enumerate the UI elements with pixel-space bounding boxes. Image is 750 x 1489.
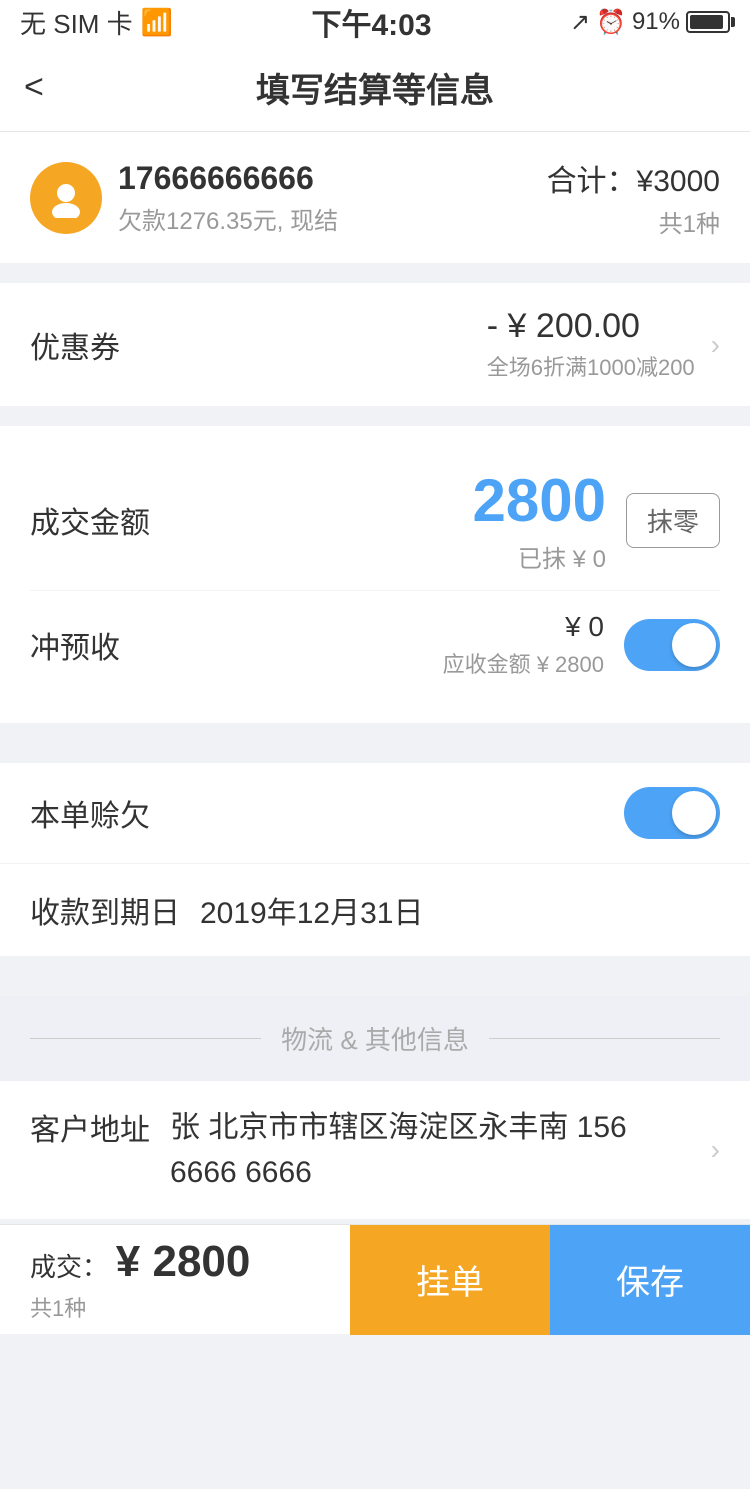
due-date-label: 收款到期日 bbox=[30, 888, 180, 932]
bottom-count: 共1种 bbox=[30, 1291, 320, 1323]
coupon-label: 优惠券 bbox=[30, 323, 120, 367]
status-time: 下午4:03 bbox=[311, 0, 431, 44]
no-sim-label: 无 SIM 卡 bbox=[20, 4, 133, 41]
address-row[interactable]: 客户地址 张 北京市市辖区海淀区永丰南 156 6666 6666 › bbox=[0, 1081, 750, 1219]
sep-line-right bbox=[489, 1038, 720, 1039]
section-divider-3 bbox=[0, 956, 750, 976]
bottom-price: ¥ 2800 bbox=[116, 1237, 251, 1286]
prepay-label: 冲预收 bbox=[30, 623, 120, 667]
bottom-summary: 成交： ¥ 2800 共1种 bbox=[0, 1237, 350, 1323]
status-right: ↗ ⏰ 91% bbox=[570, 8, 730, 37]
deal-amount-value: 2800 bbox=[473, 466, 606, 535]
total-price: 合计：¥3000 bbox=[547, 156, 720, 200]
debt-row: 本单赊欠 bbox=[0, 763, 750, 863]
bottom-deal-label: 成交： bbox=[30, 1252, 108, 1282]
address-value: 张 北京市市辖区海淀区永丰南 156 6666 6666 bbox=[170, 1105, 701, 1195]
deal-amount-label: 成交金额 bbox=[30, 498, 150, 542]
customer-info: 17666666666 欠款1276.35元, 现结 bbox=[118, 160, 338, 236]
chevron-right-icon: › bbox=[711, 329, 720, 361]
customer-phone: 17666666666 bbox=[118, 160, 338, 197]
prepay-right: ¥ 0 应收金额 ¥ 2800 bbox=[443, 611, 720, 679]
coupon-right: - ¥ 200.00 全场6折满1000减200 › bbox=[487, 307, 720, 382]
battery-percent: 91% bbox=[632, 8, 680, 36]
sep-line-left bbox=[30, 1038, 261, 1039]
wifi-icon: 📶 bbox=[141, 7, 173, 38]
page-header: < 填写结算等信息 bbox=[0, 44, 750, 132]
prepay-value-area: ¥ 0 应收金额 ¥ 2800 bbox=[443, 611, 604, 679]
customer-subtext: 欠款1276.35元, 现结 bbox=[118, 201, 338, 236]
status-left: 无 SIM 卡 📶 bbox=[20, 4, 173, 41]
logistics-separator: 物流 & 其他信息 bbox=[0, 996, 750, 1081]
total-count: 共1种 bbox=[547, 204, 720, 239]
debt-label: 本单赊欠 bbox=[30, 791, 150, 835]
alarm-icon: ⏰ bbox=[596, 8, 626, 37]
debt-toggle[interactable] bbox=[624, 787, 720, 839]
deal-amount-row: 成交金额 2800 已抹 ¥ 0 抹零 bbox=[30, 450, 720, 590]
address-label: 客户地址 bbox=[30, 1105, 150, 1149]
prepay-toggle[interactable] bbox=[624, 619, 720, 671]
page-title: 填写结算等信息 bbox=[256, 63, 494, 112]
prepay-row: 冲预收 ¥ 0 应收金额 ¥ 2800 bbox=[30, 590, 720, 699]
section-divider bbox=[0, 406, 750, 426]
deal-section: 成交金额 2800 已抹 ¥ 0 抹零 冲预收 ¥ 0 应收金额 ¥ 2800 bbox=[0, 426, 750, 723]
avatar bbox=[30, 162, 102, 234]
toggle-knob bbox=[672, 623, 716, 667]
debt-toggle-knob bbox=[672, 791, 716, 835]
deal-sub: 已抹 ¥ 0 bbox=[473, 539, 606, 574]
prepay-sub: 应收金额 ¥ 2800 bbox=[443, 647, 604, 679]
prepay-amount: ¥ 0 bbox=[443, 611, 604, 643]
customer-total: 合计：¥3000 共1种 bbox=[547, 156, 720, 239]
customer-left: 17666666666 欠款1276.35元, 现结 bbox=[30, 160, 338, 236]
coupon-row[interactable]: 优惠券 - ¥ 200.00 全场6折满1000减200 › bbox=[0, 283, 750, 406]
deal-value-area: 2800 已抹 ¥ 0 抹零 bbox=[473, 466, 721, 574]
location-icon: ↗ bbox=[570, 8, 590, 37]
address-chevron-icon: › bbox=[711, 1134, 720, 1166]
hang-order-button[interactable]: 挂单 bbox=[350, 1225, 550, 1335]
due-date-row: 收款到期日 2019年12月31日 bbox=[0, 863, 750, 956]
status-bar: 无 SIM 卡 📶 下午4:03 ↗ ⏰ 91% bbox=[0, 0, 750, 44]
coupon-desc: 全场6折满1000减200 bbox=[487, 350, 695, 382]
section-divider-2 bbox=[0, 723, 750, 743]
customer-card: 17666666666 欠款1276.35元, 现结 合计：¥3000 共1种 bbox=[0, 132, 750, 263]
due-date-value: 2019年12月31日 bbox=[200, 888, 423, 932]
bottom-deal-row: 成交： ¥ 2800 bbox=[30, 1237, 320, 1287]
logistics-label: 物流 & 其他信息 bbox=[281, 1020, 469, 1057]
bottom-bar: 成交： ¥ 2800 共1种 挂单 保存 bbox=[0, 1224, 750, 1334]
coupon-amount: - ¥ 200.00 bbox=[487, 307, 695, 346]
battery-icon bbox=[686, 11, 730, 33]
back-button[interactable]: < bbox=[24, 68, 44, 107]
save-button[interactable]: 保存 bbox=[550, 1225, 750, 1335]
round-zero-button[interactable]: 抹零 bbox=[626, 493, 720, 548]
